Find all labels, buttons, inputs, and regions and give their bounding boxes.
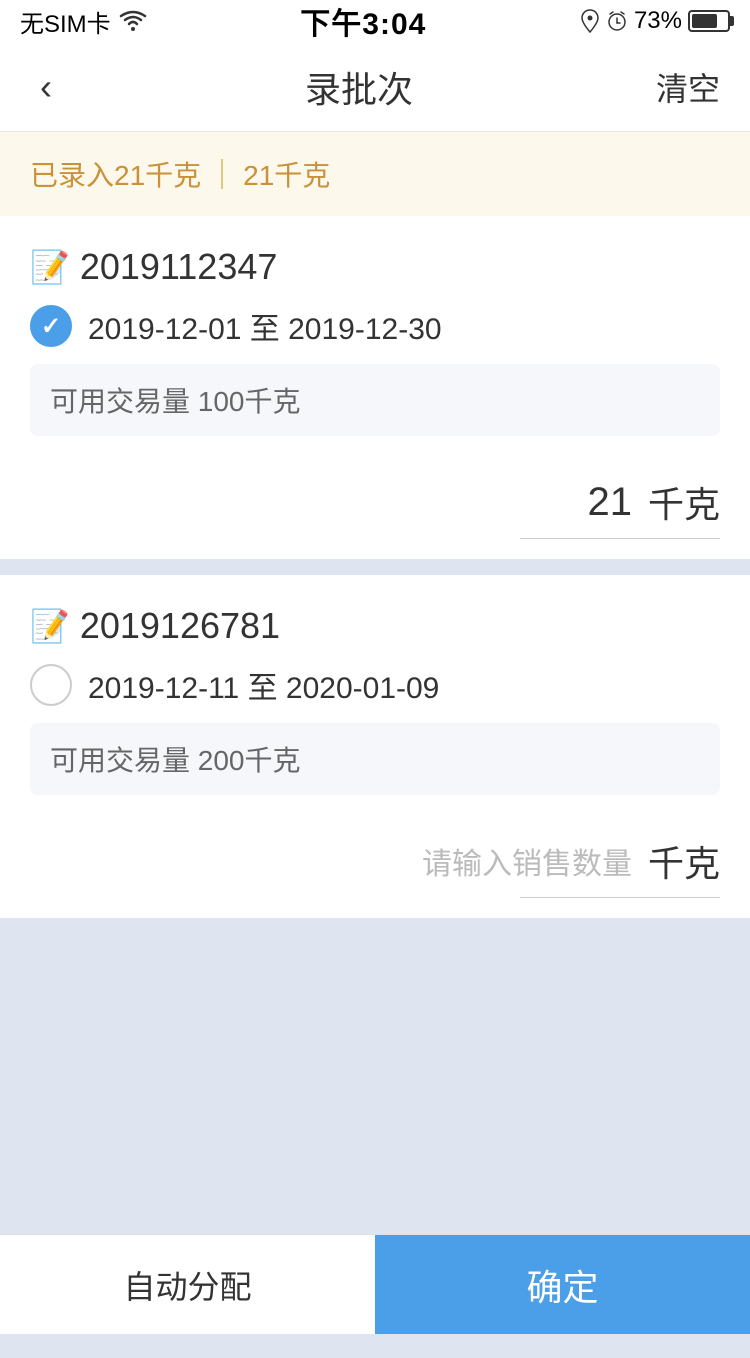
batch2-content: 📝 2019126781 2019-12-11 至 2020-01-09 可用交…: [0, 575, 750, 815]
batch1-content: 📝 2019112347 2019-12-01 至 2019-12-30 可用交…: [0, 216, 750, 456]
sim-text: 无SIM卡: [20, 4, 111, 39]
back-button[interactable]: ‹: [30, 56, 62, 118]
info-banner: 已录入21千克 21千克: [0, 132, 750, 216]
batch2-qty-unit: 千克: [648, 835, 720, 887]
batch2-qty-placeholder: 请输入销售数量: [422, 839, 632, 883]
status-time: 下午3:04: [300, 0, 426, 43]
batch2-qty-row[interactable]: 请输入销售数量 千克: [0, 815, 750, 897]
status-right: 73%: [580, 7, 730, 35]
batch1-id: 2019112347: [80, 246, 278, 288]
batch2-radio[interactable]: [30, 664, 72, 706]
batch1-icon: 📝: [30, 248, 70, 286]
batch2-header: 📝 2019126781: [30, 605, 720, 647]
batch1-date-row: 2019-12-01 至 2019-12-30: [30, 304, 720, 348]
status-bar: 无SIM卡 下午3:04 73%: [0, 0, 750, 42]
alarm-icon: [606, 10, 628, 32]
section-divider: [0, 559, 750, 575]
batch1-qty-unit: 千克: [648, 476, 720, 528]
batch2-date-row: 2019-12-11 至 2020-01-09: [30, 663, 720, 707]
recorded-label: 已录入21千克: [30, 154, 201, 194]
batch2-icon: 📝: [30, 607, 70, 645]
batch2-available: 可用交易量 200千克: [30, 723, 720, 795]
total-label: 21千克: [243, 154, 330, 194]
batch1-available: 可用交易量 100千克: [30, 364, 720, 436]
confirm-button[interactable]: 确定: [375, 1235, 750, 1334]
batch1-qty-value: 21: [587, 480, 632, 525]
bottom-bar: 自动分配 确定: [0, 1234, 750, 1334]
location-icon: [580, 9, 600, 33]
auto-distribute-button[interactable]: 自动分配: [0, 1235, 375, 1334]
battery-percent: 73%: [634, 7, 682, 35]
batch2-id: 2019126781: [80, 605, 280, 647]
batch1-qty-row: 21 千克: [0, 456, 750, 538]
nav-bar: ‹ 录批次 清空: [0, 42, 750, 132]
batch1-card: 📝 2019112347 2019-12-01 至 2019-12-30 可用交…: [0, 216, 750, 559]
batch1-date: 2019-12-01 至 2019-12-30: [88, 304, 442, 348]
batch1-header: 📝 2019112347: [30, 246, 720, 288]
batch2-date: 2019-12-11 至 2020-01-09: [88, 663, 439, 707]
batch1-radio[interactable]: [30, 305, 72, 347]
wifi-icon: [119, 10, 147, 32]
page-title: 录批次: [305, 61, 413, 113]
batch2-card: 📝 2019126781 2019-12-11 至 2020-01-09 可用交…: [0, 575, 750, 918]
status-left: 无SIM卡: [20, 4, 147, 39]
battery-icon: [688, 10, 730, 32]
clear-button[interactable]: 清空: [656, 64, 720, 110]
banner-divider: [221, 159, 223, 189]
